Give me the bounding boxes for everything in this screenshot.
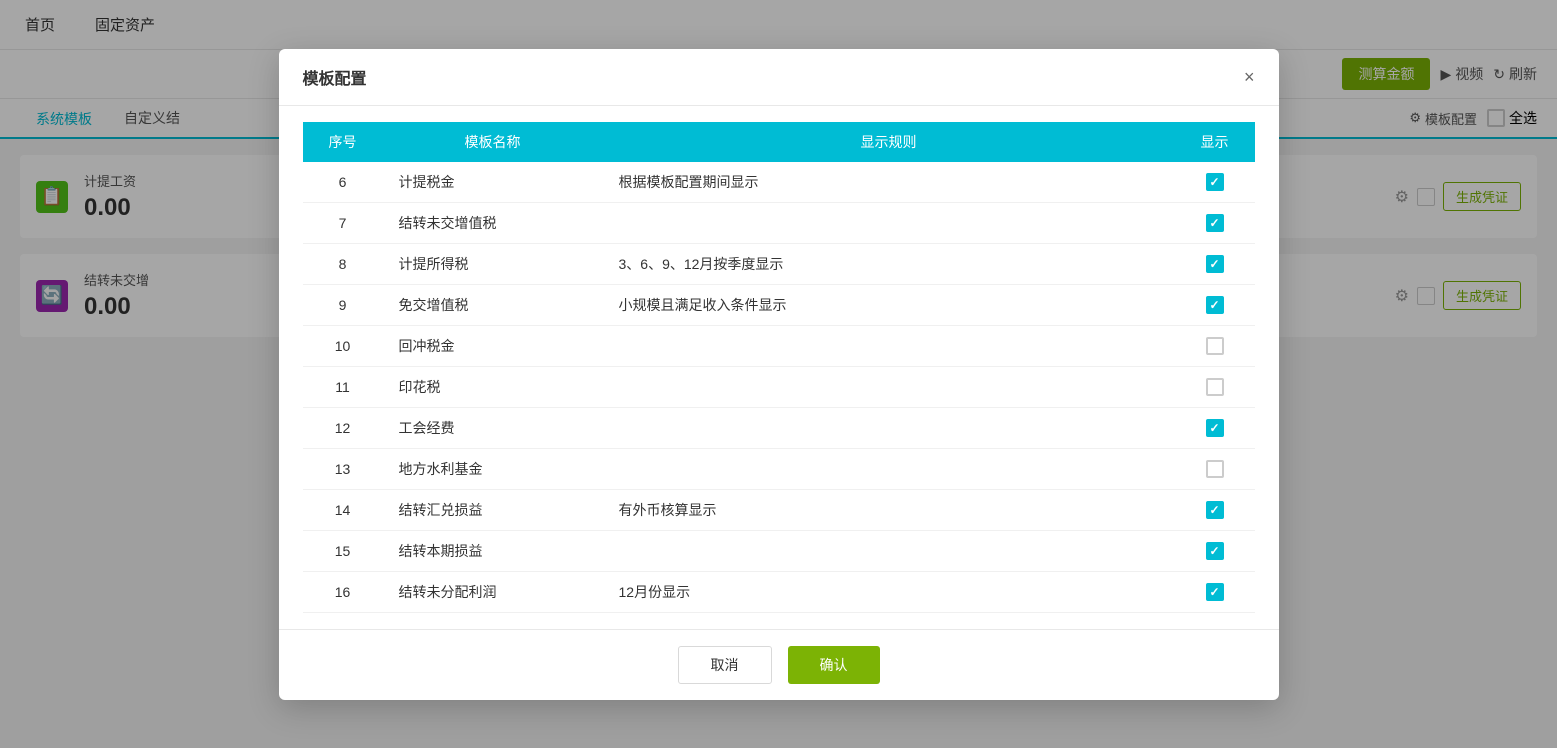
cell-display — [1175, 202, 1255, 243]
cell-name: 结转汇兑损益 — [383, 489, 603, 530]
cell-display — [1175, 530, 1255, 571]
cell-index: 15 — [303, 530, 383, 571]
confirm-button[interactable]: 确认 — [788, 646, 880, 684]
cell-display — [1175, 489, 1255, 530]
template-config-dialog: 模板配置 × 序号 模板名称 显示规则 显示 6计提税金根据模板配置期间显示7结… — [279, 49, 1279, 700]
table-row: 11印花税 — [303, 366, 1255, 407]
table-row: 15结转本期损益 — [303, 530, 1255, 571]
cell-index: 16 — [303, 571, 383, 612]
display-checkbox[interactable] — [1206, 583, 1224, 601]
table-row: 14结转汇兑损益有外币核算显示 — [303, 489, 1255, 530]
config-table: 序号 模板名称 显示规则 显示 6计提税金根据模板配置期间显示7结转未交增值税8… — [303, 122, 1255, 613]
cancel-button[interactable]: 取消 — [678, 646, 772, 684]
display-checkbox[interactable] — [1206, 501, 1224, 519]
cell-display — [1175, 284, 1255, 325]
cell-rule: 3、6、9、12月按季度显示 — [603, 243, 1175, 284]
cell-rule — [603, 530, 1175, 571]
display-checkbox[interactable] — [1206, 460, 1224, 478]
cell-display — [1175, 448, 1255, 489]
cell-name: 地方水利基金 — [383, 448, 603, 489]
table-row: 7结转未交增值税 — [303, 202, 1255, 243]
cell-display — [1175, 571, 1255, 612]
display-checkbox[interactable] — [1206, 378, 1224, 396]
cell-rule — [603, 325, 1175, 366]
dialog-title: 模板配置 — [303, 65, 367, 89]
cell-rule — [603, 448, 1175, 489]
display-checkbox[interactable] — [1206, 337, 1224, 355]
col-index: 序号 — [303, 122, 383, 162]
cell-index: 10 — [303, 325, 383, 366]
dialog-header: 模板配置 × — [279, 49, 1279, 106]
cell-index: 11 — [303, 366, 383, 407]
cell-name: 计提所得税 — [383, 243, 603, 284]
display-checkbox[interactable] — [1206, 542, 1224, 560]
cell-rule: 根据模板配置期间显示 — [603, 162, 1175, 203]
cell-rule: 小规模且满足收入条件显示 — [603, 284, 1175, 325]
cell-display — [1175, 325, 1255, 366]
cell-name: 结转未分配利润 — [383, 571, 603, 612]
display-checkbox[interactable] — [1206, 214, 1224, 232]
cell-rule: 12月份显示 — [603, 571, 1175, 612]
dialog-footer: 取消 确认 — [279, 629, 1279, 700]
display-checkbox[interactable] — [1206, 296, 1224, 314]
cell-name: 免交增值税 — [383, 284, 603, 325]
cell-rule — [603, 366, 1175, 407]
col-display: 显示 — [1175, 122, 1255, 162]
cell-rule — [603, 407, 1175, 448]
table-row: 13地方水利基金 — [303, 448, 1255, 489]
cell-name: 工会经费 — [383, 407, 603, 448]
dialog-close-button[interactable]: × — [1244, 68, 1255, 86]
table-body: 6计提税金根据模板配置期间显示7结转未交增值税8计提所得税3、6、9、12月按季… — [303, 162, 1255, 613]
cell-index: 7 — [303, 202, 383, 243]
cell-index: 8 — [303, 243, 383, 284]
cell-index: 9 — [303, 284, 383, 325]
cell-display — [1175, 162, 1255, 203]
cell-name: 回冲税金 — [383, 325, 603, 366]
cell-name: 结转未交增值税 — [383, 202, 603, 243]
cell-rule — [603, 202, 1175, 243]
cell-name: 印花税 — [383, 366, 603, 407]
col-name: 模板名称 — [383, 122, 603, 162]
col-rule: 显示规则 — [603, 122, 1175, 162]
cell-rule: 有外币核算显示 — [603, 489, 1175, 530]
cell-index: 14 — [303, 489, 383, 530]
dialog-overlay: 模板配置 × 序号 模板名称 显示规则 显示 6计提税金根据模板配置期间显示7结… — [0, 0, 1557, 748]
table-row: 10回冲税金 — [303, 325, 1255, 366]
display-checkbox[interactable] — [1206, 173, 1224, 191]
table-row: 8计提所得税3、6、9、12月按季度显示 — [303, 243, 1255, 284]
cell-display — [1175, 407, 1255, 448]
cell-index: 6 — [303, 162, 383, 203]
cell-name: 计提税金 — [383, 162, 603, 203]
cell-display — [1175, 366, 1255, 407]
display-checkbox[interactable] — [1206, 419, 1224, 437]
table-row: 12工会经费 — [303, 407, 1255, 448]
cell-display — [1175, 243, 1255, 284]
table-row: 16结转未分配利润12月份显示 — [303, 571, 1255, 612]
cell-name: 结转本期损益 — [383, 530, 603, 571]
cell-index: 13 — [303, 448, 383, 489]
display-checkbox[interactable] — [1206, 255, 1224, 273]
table-row: 9免交增值税小规模且满足收入条件显示 — [303, 284, 1255, 325]
cell-index: 12 — [303, 407, 383, 448]
table-row: 6计提税金根据模板配置期间显示 — [303, 162, 1255, 203]
table-header: 序号 模板名称 显示规则 显示 — [303, 122, 1255, 162]
dialog-body: 序号 模板名称 显示规则 显示 6计提税金根据模板配置期间显示7结转未交增值税8… — [279, 106, 1279, 629]
